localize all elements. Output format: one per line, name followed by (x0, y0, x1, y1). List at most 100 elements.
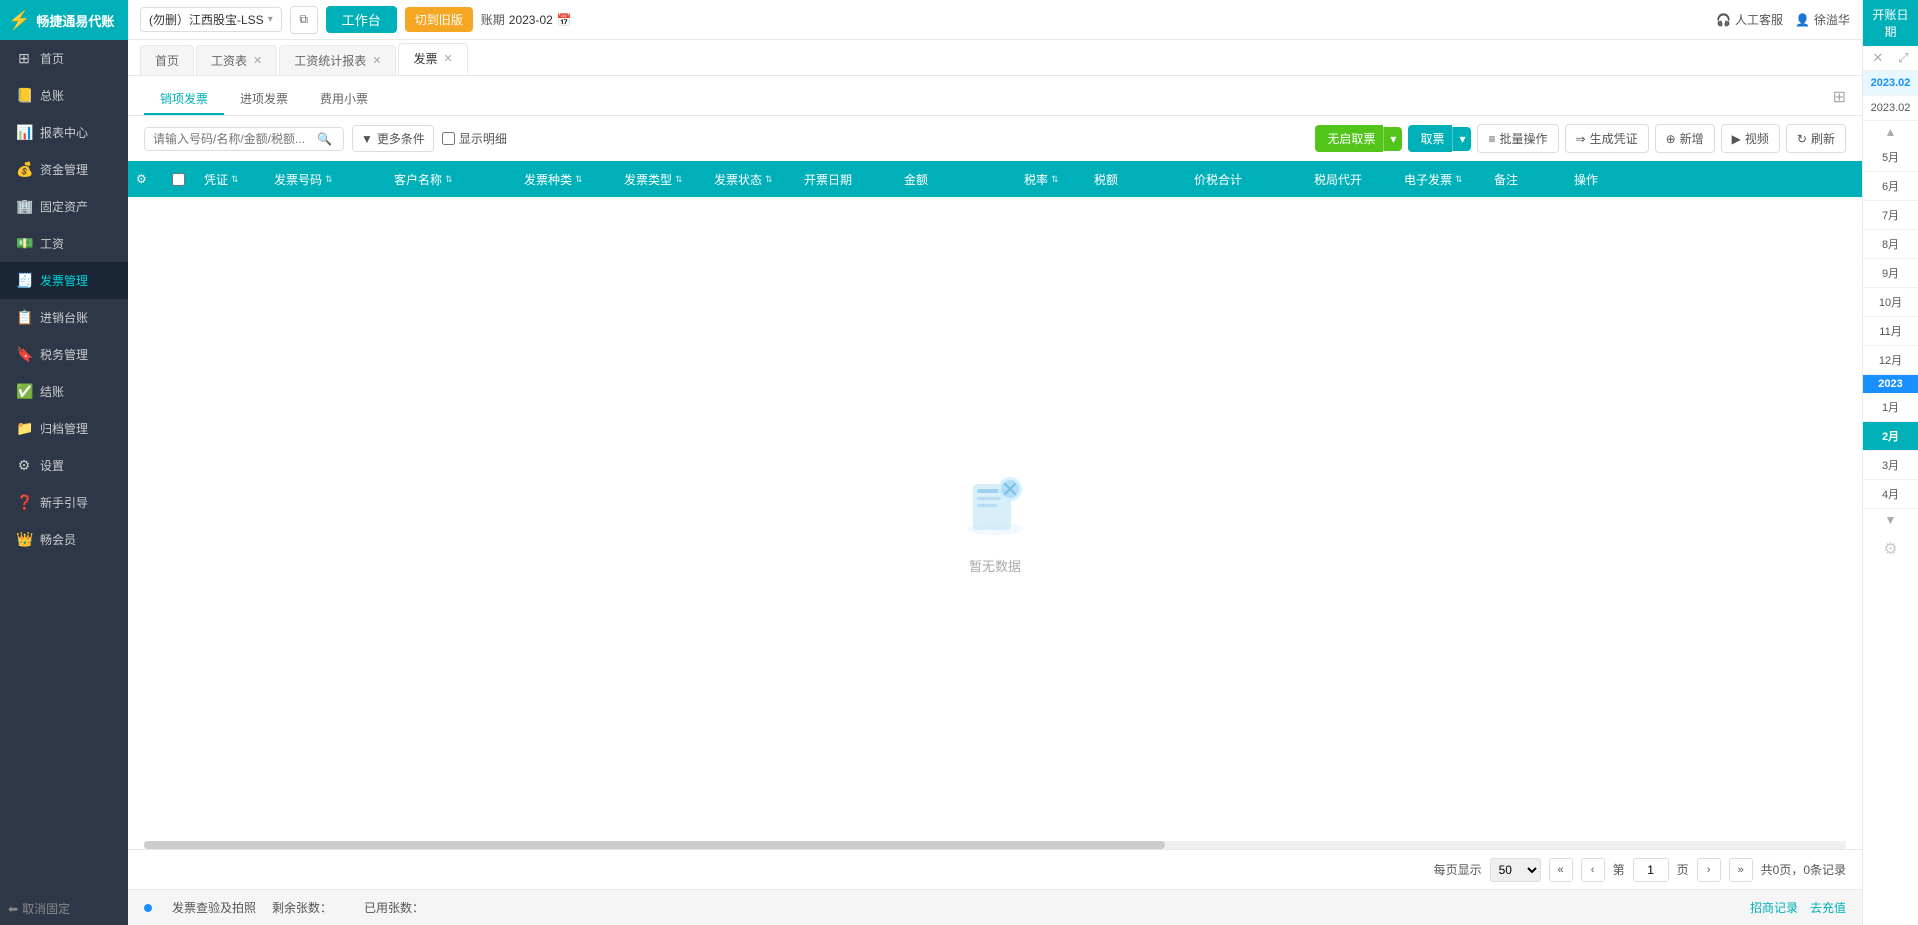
th-customer[interactable]: 客户名称 ⇅ (386, 171, 516, 188)
page-number-input[interactable]: 1 (1633, 858, 1669, 882)
sidebar-item-ledger[interactable]: 📒 总账 (0, 77, 128, 114)
rp-up-arrow[interactable]: ▲ (1885, 125, 1897, 139)
rp-month-8[interactable]: 8月 (1863, 230, 1918, 259)
th-open-date[interactable]: 开票日期 (796, 171, 896, 188)
last-page-button[interactable]: » (1729, 858, 1753, 882)
unpin-button[interactable]: ⬅ 取消固定 (0, 892, 128, 925)
tab-payroll-stats-close[interactable]: ✕ (372, 54, 381, 67)
tab-invoices-close[interactable]: ✕ (444, 52, 453, 65)
sidebar-item-close[interactable]: ✅ 结账 (0, 373, 128, 410)
tab-payroll[interactable]: 工资表 ✕ (196, 45, 277, 75)
next-page-button[interactable]: › (1697, 858, 1721, 882)
take-button[interactable]: 取票 (1408, 125, 1452, 152)
period-calendar-icon[interactable]: 📅 (557, 13, 572, 27)
tab-payroll-close[interactable]: ✕ (253, 54, 262, 67)
filter-button[interactable]: ▼ 更多条件 (352, 125, 434, 152)
tab-payroll-stats[interactable]: 工资统计报表 ✕ (279, 45, 396, 75)
th-tax-code[interactable]: 税局代开 (1306, 171, 1396, 188)
go-recharge-link[interactable]: 去充值 (1810, 899, 1846, 916)
th-action: 操作 (1566, 171, 1646, 188)
rp-close-icon[interactable]: ✕ (1872, 50, 1883, 66)
tax-rate-sort-icon: ⇅ (1051, 174, 1059, 185)
th-invoice-type[interactable]: 发票种类 ⇅ (516, 171, 616, 188)
rp-month-2023-4[interactable]: 4月 (1863, 480, 1918, 509)
take-dropdown-button[interactable]: ▾ (1452, 127, 1471, 151)
rp-month-2023-2[interactable]: 2月 (1863, 422, 1918, 451)
user-item[interactable]: 👤 徐溢华 (1795, 11, 1850, 28)
grid-view-toggle[interactable]: ⊞ (1833, 87, 1846, 113)
first-page-button[interactable]: « (1549, 858, 1573, 882)
sidebar-item-reports[interactable]: 📊 报表中心 (0, 114, 128, 151)
sidebar-item-sales[interactable]: 📋 进销台账 (0, 299, 128, 336)
workbench-button[interactable]: 工作台 (326, 6, 397, 33)
copy-icon[interactable]: ⧉ (290, 6, 318, 34)
th-voucher[interactable]: 凭证 ⇅ (196, 171, 266, 188)
rp-down-arrow[interactable]: ▼ (1885, 513, 1897, 527)
rp-month-6[interactable]: 6月 (1863, 172, 1918, 201)
show-detail-checkbox-label[interactable]: 显示明细 (442, 130, 507, 147)
rp-month-2023-1[interactable]: 1月 (1863, 393, 1918, 422)
rp-month-11[interactable]: 11月 (1863, 317, 1918, 346)
th-check[interactable] (164, 173, 196, 186)
rp-month-2023-3[interactable]: 3月 (1863, 451, 1918, 480)
th-invoice-category[interactable]: 发票类型 ⇅ (616, 171, 706, 188)
rp-month-9[interactable]: 9月 (1863, 259, 1918, 288)
per-page-select[interactable]: 50 10 20 100 (1490, 858, 1541, 882)
generate-voucher-button[interactable]: ⇒ 生成凭证 (1565, 124, 1649, 153)
rp-month-12[interactable]: 12月 (1863, 346, 1918, 375)
horizontal-scrollbar[interactable] (144, 841, 1846, 849)
th-tax[interactable]: 税额 (1086, 171, 1186, 188)
new-button[interactable]: ⊕ 新增 (1655, 124, 1715, 153)
open-period-button[interactable]: 开账日期 (1863, 0, 1918, 46)
recharge-records-link[interactable]: 招商记录 (1750, 899, 1798, 916)
th-amount[interactable]: 金额 (896, 171, 1016, 188)
th-tax-rate[interactable]: 税率 ⇅ (1016, 171, 1086, 188)
sidebar-item-archive[interactable]: 📁 归档管理 (0, 410, 128, 447)
th-invoice-status[interactable]: 发票状态 ⇅ (706, 171, 796, 188)
no-tax-dropdown-button[interactable]: ▾ (1383, 127, 1402, 151)
sidebar-item-member[interactable]: 👑 畅会员 (0, 521, 128, 558)
rp-period-2023-02-header[interactable]: 2023.02 (1863, 71, 1918, 96)
switch-version-button[interactable]: 切到旧版 (405, 7, 473, 32)
sidebar-item-home[interactable]: ⊞ 首页 (0, 40, 128, 77)
sidebar-item-label: 畅会员 (40, 531, 76, 548)
th-note[interactable]: 备注 (1486, 171, 1566, 188)
sidebar-item-invoices[interactable]: 🧾 发票管理 (0, 262, 128, 299)
remaining-label: 剩余张数： (272, 899, 332, 916)
video-button[interactable]: ▶ 视频 (1721, 124, 1780, 153)
rp-month-5[interactable]: 5月 (1863, 143, 1918, 172)
batch-ops-button[interactable]: ≡ 批量操作 (1477, 124, 1558, 153)
tab-invoices[interactable]: 发票 ✕ (398, 43, 467, 75)
rp-settings-icon[interactable]: ⚙ (1863, 531, 1918, 567)
company-selector[interactable]: (勿删）江西股宝-LSS ▾ (140, 7, 282, 32)
refresh-button[interactable]: ↻ 刷新 (1786, 124, 1846, 153)
select-all-checkbox[interactable] (172, 173, 185, 186)
sidebar-item-assets[interactable]: 🏢 固定资产 (0, 188, 128, 225)
prev-page-button[interactable]: ‹ (1581, 858, 1605, 882)
show-detail-checkbox[interactable] (442, 132, 455, 145)
tab-bar: 首页 工资表 ✕ 工资统计报表 ✕ 发票 ✕ (128, 40, 1862, 76)
support-item[interactable]: 🎧 人工客服 (1716, 11, 1783, 28)
tab-home[interactable]: 首页 (140, 45, 194, 75)
sidebar-item-payroll[interactable]: 💵 工资 (0, 225, 128, 262)
th-settings[interactable]: ⚙ (128, 172, 164, 186)
search-input[interactable] (153, 132, 313, 146)
th-e-invoice[interactable]: 电子发票 ⇅ (1396, 171, 1486, 188)
sub-tab-purchase-invoice[interactable]: 进项发票 (224, 84, 304, 115)
sidebar-item-tax[interactable]: 🔖 税务管理 (0, 336, 128, 373)
rp-year-2023-label: 2023 (1863, 375, 1918, 393)
rp-period-2023-02[interactable]: 2023.02 (1863, 96, 1918, 121)
sub-tab-expense-receipt[interactable]: 费用小票 (304, 84, 384, 115)
rp-month-7[interactable]: 7月 (1863, 201, 1918, 230)
th-invoice-no[interactable]: 发票号码 ⇅ (266, 171, 386, 188)
rp-expand-icon[interactable]: ⤢ (1898, 50, 1908, 66)
scrollbar-thumb[interactable] (144, 841, 1165, 849)
sidebar-item-guide[interactable]: ❓ 新手引导 (0, 484, 128, 521)
no-tax-button[interactable]: 无启取票 (1315, 125, 1383, 152)
th-total[interactable]: 价税合计 (1186, 171, 1306, 188)
sidebar-item-funds[interactable]: 💰 资金管理 (0, 151, 128, 188)
sub-tab-sales-invoice[interactable]: 销项发票 (144, 84, 224, 115)
sidebar-item-settings[interactable]: ⚙ 设置 (0, 447, 128, 484)
sidebar: ⚡ 畅捷通易代账 ⊞ 首页 📒 总账 📊 报表中心 💰 资金管理 🏢 固定资产 … (0, 0, 128, 925)
rp-month-10[interactable]: 10月 (1863, 288, 1918, 317)
